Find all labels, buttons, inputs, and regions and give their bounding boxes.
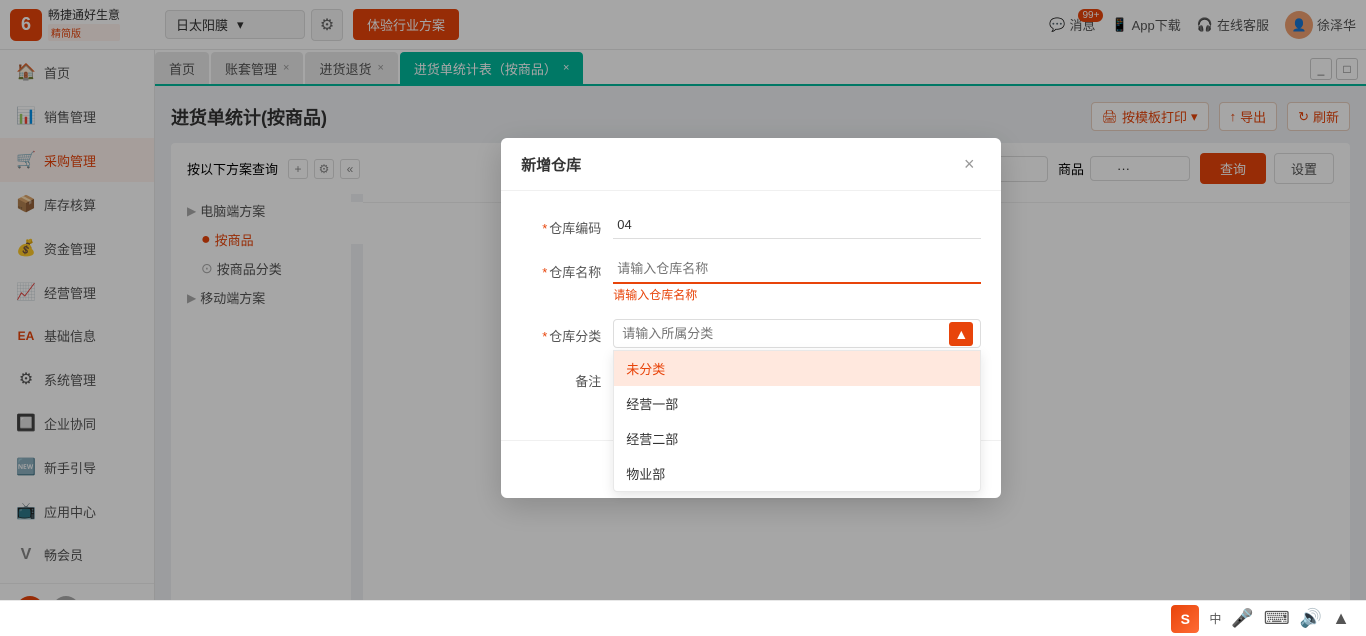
name-input-wrap: 请输入仓库名称 [613,255,981,303]
code-label: *仓库编码 [521,211,601,237]
volume-icon[interactable]: 🔊 [1300,608,1322,629]
modal-new-warehouse: 新增仓库 × *仓库编码 *仓库名称 请输入仓库名称 *仓库分类 [501,138,1001,498]
category-input-wrap: ▲ 未分类 经营一部 经营二部 物业部 [613,319,981,348]
category-input[interactable] [613,319,981,348]
code-field-row: *仓库编码 [521,211,981,239]
code-input[interactable] [613,211,981,239]
category-label: *仓库分类 [521,319,601,345]
category-dropdown: 未分类 经营一部 经营二部 物业部 [613,350,981,492]
modal-header: 新增仓库 × [501,138,1001,191]
arrow-up-icon[interactable]: ▲ [1332,608,1350,629]
dropdown-item-3[interactable]: 物业部 [614,456,980,491]
modal-close-button[interactable]: × [957,152,981,176]
bottom-bar: S 中 🎤 ⌨ 🔊 ▲ [0,600,1366,636]
category-field-row: *仓库分类 ▲ 未分类 经营一部 经营二部 物业部 [521,319,981,348]
cn-text: 中 [1209,610,1221,627]
keyboard-icon[interactable]: ⌨ [1264,608,1290,629]
mic-icon[interactable]: 🎤 [1231,608,1253,629]
name-field-row: *仓库名称 请输入仓库名称 [521,255,981,303]
name-input[interactable] [613,255,981,284]
dropdown-item-1[interactable]: 经营一部 [614,386,980,421]
remark-label: 备注 [521,364,601,390]
dropdown-item-0[interactable]: 未分类 [614,351,980,386]
name-error-tip: 请输入仓库名称 [613,286,981,303]
modal-body: *仓库编码 *仓库名称 请输入仓库名称 *仓库分类 ▲ [501,191,1001,440]
modal-title: 新增仓库 [521,154,581,175]
name-label: *仓库名称 [521,255,601,281]
s-logo: S [1171,605,1199,633]
dropdown-item-2[interactable]: 经营二部 [614,421,980,456]
category-toggle-btn[interactable]: ▲ [949,322,973,346]
